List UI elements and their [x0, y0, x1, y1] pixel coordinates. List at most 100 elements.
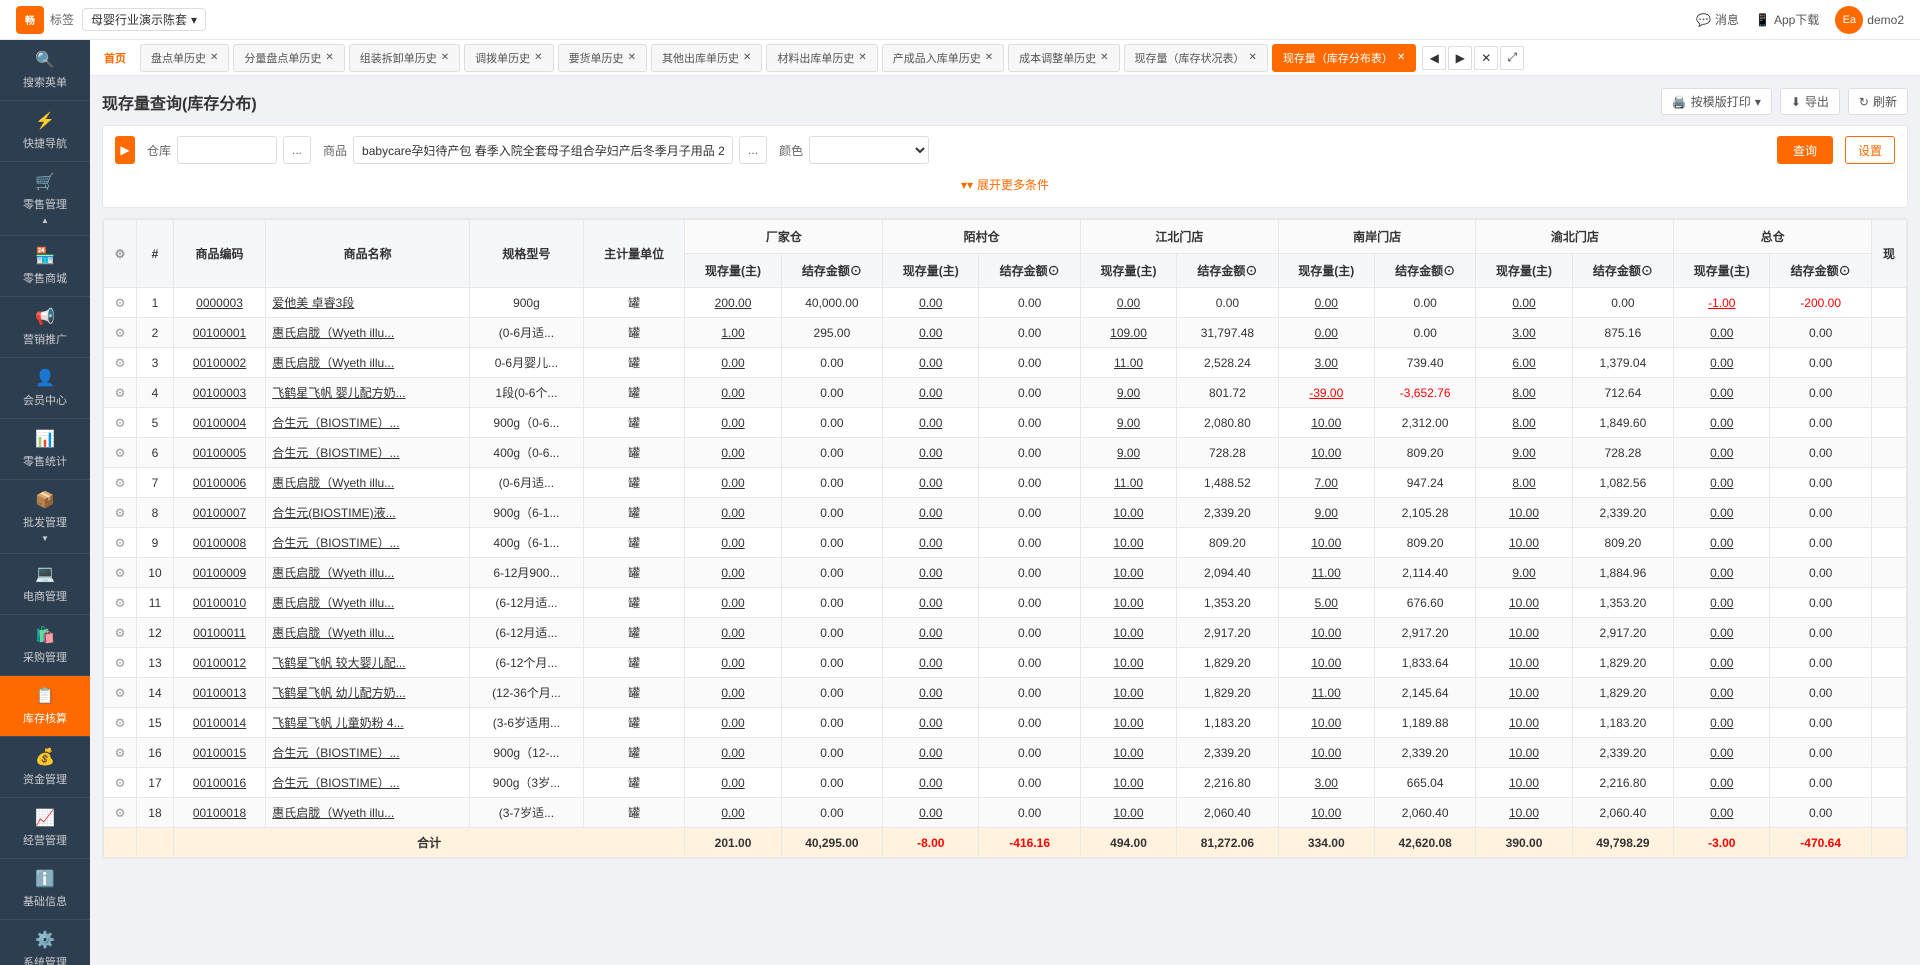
row-gear[interactable]: ⚙ — [104, 588, 137, 618]
row-gear[interactable]: ⚙ — [104, 408, 137, 438]
row-mocun-qty[interactable]: 0.00 — [883, 378, 979, 408]
row-mocun-qty[interactable]: 0.00 — [883, 498, 979, 528]
row-total-qty[interactable]: 0.00 — [1674, 798, 1770, 828]
tab-close-icon[interactable]: ✕ — [1100, 52, 1108, 63]
row-gear[interactable]: ⚙ — [104, 678, 137, 708]
row-gear[interactable]: ⚙ — [104, 378, 137, 408]
row-nanan-qty[interactable]: 0.00 — [1278, 318, 1374, 348]
row-jiangbei-qty[interactable]: 10.00 — [1080, 648, 1176, 678]
row-gear[interactable]: ⚙ — [104, 318, 137, 348]
row-nanan-qty[interactable]: 10.00 — [1278, 708, 1374, 738]
row-gear[interactable]: ⚙ — [104, 288, 137, 318]
row-code[interactable]: 00100015 — [173, 738, 265, 768]
sidebar-item-basic-info[interactable]: ℹ️ 基础信息 — [0, 859, 90, 920]
row-nanan-qty[interactable]: -39.00 — [1278, 378, 1374, 408]
row-mocun-qty[interactable]: 0.00 — [883, 558, 979, 588]
tab-cost-adjust[interactable]: 成本调整单历史 ✕ — [1008, 44, 1119, 72]
row-total-qty[interactable]: 0.00 — [1674, 408, 1770, 438]
row-gear[interactable]: ⚙ — [104, 708, 137, 738]
row-mocun-qty[interactable]: 0.00 — [883, 468, 979, 498]
row-gear[interactable]: ⚙ — [104, 648, 137, 678]
row-total-qty[interactable]: 0.00 — [1674, 498, 1770, 528]
row-jiangbei-qty[interactable]: 10.00 — [1080, 738, 1176, 768]
row-yubei-qty[interactable]: 0.00 — [1476, 288, 1572, 318]
row-factory-qty[interactable]: 0.00 — [685, 378, 781, 408]
tab-inventory-count[interactable]: 盘点单历史 ✕ — [140, 44, 229, 72]
row-name[interactable]: 合生元（BIOSTIME）... — [266, 738, 470, 768]
warehouse-input[interactable] — [177, 136, 277, 164]
row-factory-qty[interactable]: 1.00 — [685, 318, 781, 348]
sidebar-item-mall[interactable]: 🏪 零售商城 — [0, 236, 90, 297]
tab-close-icon[interactable]: ✕ — [628, 52, 636, 63]
expand-conditions-btn[interactable]: ▾▾ 展开更多条件 — [953, 172, 1057, 197]
row-nanan-qty[interactable]: 10.00 — [1278, 618, 1374, 648]
sidebar-item-system[interactable]: ⚙️ 系统管理 — [0, 920, 90, 965]
row-total-qty[interactable]: 0.00 — [1674, 678, 1770, 708]
row-mocun-qty[interactable]: 0.00 — [883, 768, 979, 798]
row-jiangbei-qty[interactable]: 9.00 — [1080, 408, 1176, 438]
row-factory-qty[interactable]: 0.00 — [685, 678, 781, 708]
row-nanan-qty[interactable]: 10.00 — [1278, 738, 1374, 768]
row-yubei-qty[interactable]: 10.00 — [1476, 648, 1572, 678]
app-download-btn[interactable]: 📱 App下载 — [1755, 11, 1819, 28]
row-jiangbei-qty[interactable]: 0.00 — [1080, 288, 1176, 318]
row-code[interactable]: 00100014 — [173, 708, 265, 738]
row-nanan-qty[interactable]: 0.00 — [1278, 288, 1374, 318]
row-gear[interactable]: ⚙ — [104, 348, 137, 378]
tab-stock-distribution[interactable]: 现存量（库存分布表） ✕ — [1272, 44, 1416, 72]
tab-transfer[interactable]: 调拨单历史 ✕ — [464, 44, 553, 72]
user-area[interactable]: Ea demo2 — [1835, 6, 1904, 34]
goods-input[interactable] — [353, 136, 733, 164]
tab-order[interactable]: 要货单历史 ✕ — [558, 44, 647, 72]
sidebar-item-marketing[interactable]: 📢 营销推广 — [0, 297, 90, 358]
row-code[interactable]: 0000003 — [173, 288, 265, 318]
row-nanan-qty[interactable]: 11.00 — [1278, 558, 1374, 588]
row-total-qty[interactable]: 0.00 — [1674, 768, 1770, 798]
tab-close-icon[interactable]: ✕ — [534, 52, 542, 63]
tab-partial-count[interactable]: 分量盘点单历史 ✕ — [233, 44, 344, 72]
row-factory-qty[interactable]: 0.00 — [685, 738, 781, 768]
row-yubei-qty[interactable]: 8.00 — [1476, 378, 1572, 408]
tab-close-btn[interactable]: ✕ — [1474, 46, 1498, 70]
row-code[interactable]: 00100010 — [173, 588, 265, 618]
row-name[interactable]: 惠氏启胧（Wyeth illu... — [266, 468, 470, 498]
row-factory-qty[interactable]: 0.00 — [685, 348, 781, 378]
tab-stock-status[interactable]: 现存量（库存状况表） ✕ — [1124, 44, 1268, 72]
row-mocun-qty[interactable]: 0.00 — [883, 348, 979, 378]
row-nanan-qty[interactable]: 11.00 — [1278, 678, 1374, 708]
row-code[interactable]: 00100018 — [173, 798, 265, 828]
row-nanan-qty[interactable]: 7.00 — [1278, 468, 1374, 498]
row-yubei-qty[interactable]: 9.00 — [1476, 438, 1572, 468]
warehouse-dots-btn[interactable]: ... — [283, 136, 311, 164]
message-btn[interactable]: 💬 消息 — [1696, 11, 1739, 28]
row-jiangbei-qty[interactable]: 10.00 — [1080, 678, 1176, 708]
row-name[interactable]: 惠氏启胧（Wyeth illu... — [266, 798, 470, 828]
row-code[interactable]: 00100003 — [173, 378, 265, 408]
row-gear[interactable]: ⚙ — [104, 438, 137, 468]
row-name[interactable]: 爱他美 卓睿3段 — [266, 288, 470, 318]
export-btn[interactable]: ⬇ 导出 — [1780, 88, 1840, 115]
row-total-qty[interactable]: 0.00 — [1674, 528, 1770, 558]
row-name[interactable]: 飞鹤星飞帆 幼儿配方奶... — [266, 678, 470, 708]
row-name[interactable]: 合生元(BIOSTIME)液... — [266, 498, 470, 528]
row-yubei-qty[interactable]: 10.00 — [1476, 798, 1572, 828]
sidebar-item-retail-stats[interactable]: 📊 零售统计 — [0, 419, 90, 480]
row-name[interactable]: 飞鹤星飞帆 婴儿配方奶... — [266, 378, 470, 408]
row-jiangbei-qty[interactable]: 10.00 — [1080, 588, 1176, 618]
row-yubei-qty[interactable]: 10.00 — [1476, 618, 1572, 648]
row-factory-qty[interactable]: 0.00 — [685, 798, 781, 828]
print-btn[interactable]: 🖨️ 按模版打印 ▾ — [1661, 88, 1772, 115]
row-factory-qty[interactable]: 0.00 — [685, 708, 781, 738]
row-mocun-qty[interactable]: 0.00 — [883, 528, 979, 558]
tab-other-outbound[interactable]: 其他出库单历史 ✕ — [651, 44, 762, 72]
row-yubei-qty[interactable]: 10.00 — [1476, 528, 1572, 558]
row-yubei-qty[interactable]: 9.00 — [1476, 558, 1572, 588]
row-gear[interactable]: ⚙ — [104, 498, 137, 528]
row-code[interactable]: 00100008 — [173, 528, 265, 558]
row-gear[interactable]: ⚙ — [104, 798, 137, 828]
tab-material-outbound[interactable]: 材料出库单历史 ✕ — [766, 44, 877, 72]
row-yubei-qty[interactable]: 10.00 — [1476, 768, 1572, 798]
filter-toggle-btn[interactable]: ▶ — [115, 136, 135, 164]
row-jiangbei-qty[interactable]: 9.00 — [1080, 438, 1176, 468]
tab-product-inbound[interactable]: 产成品入库单历史 ✕ — [882, 44, 1004, 72]
